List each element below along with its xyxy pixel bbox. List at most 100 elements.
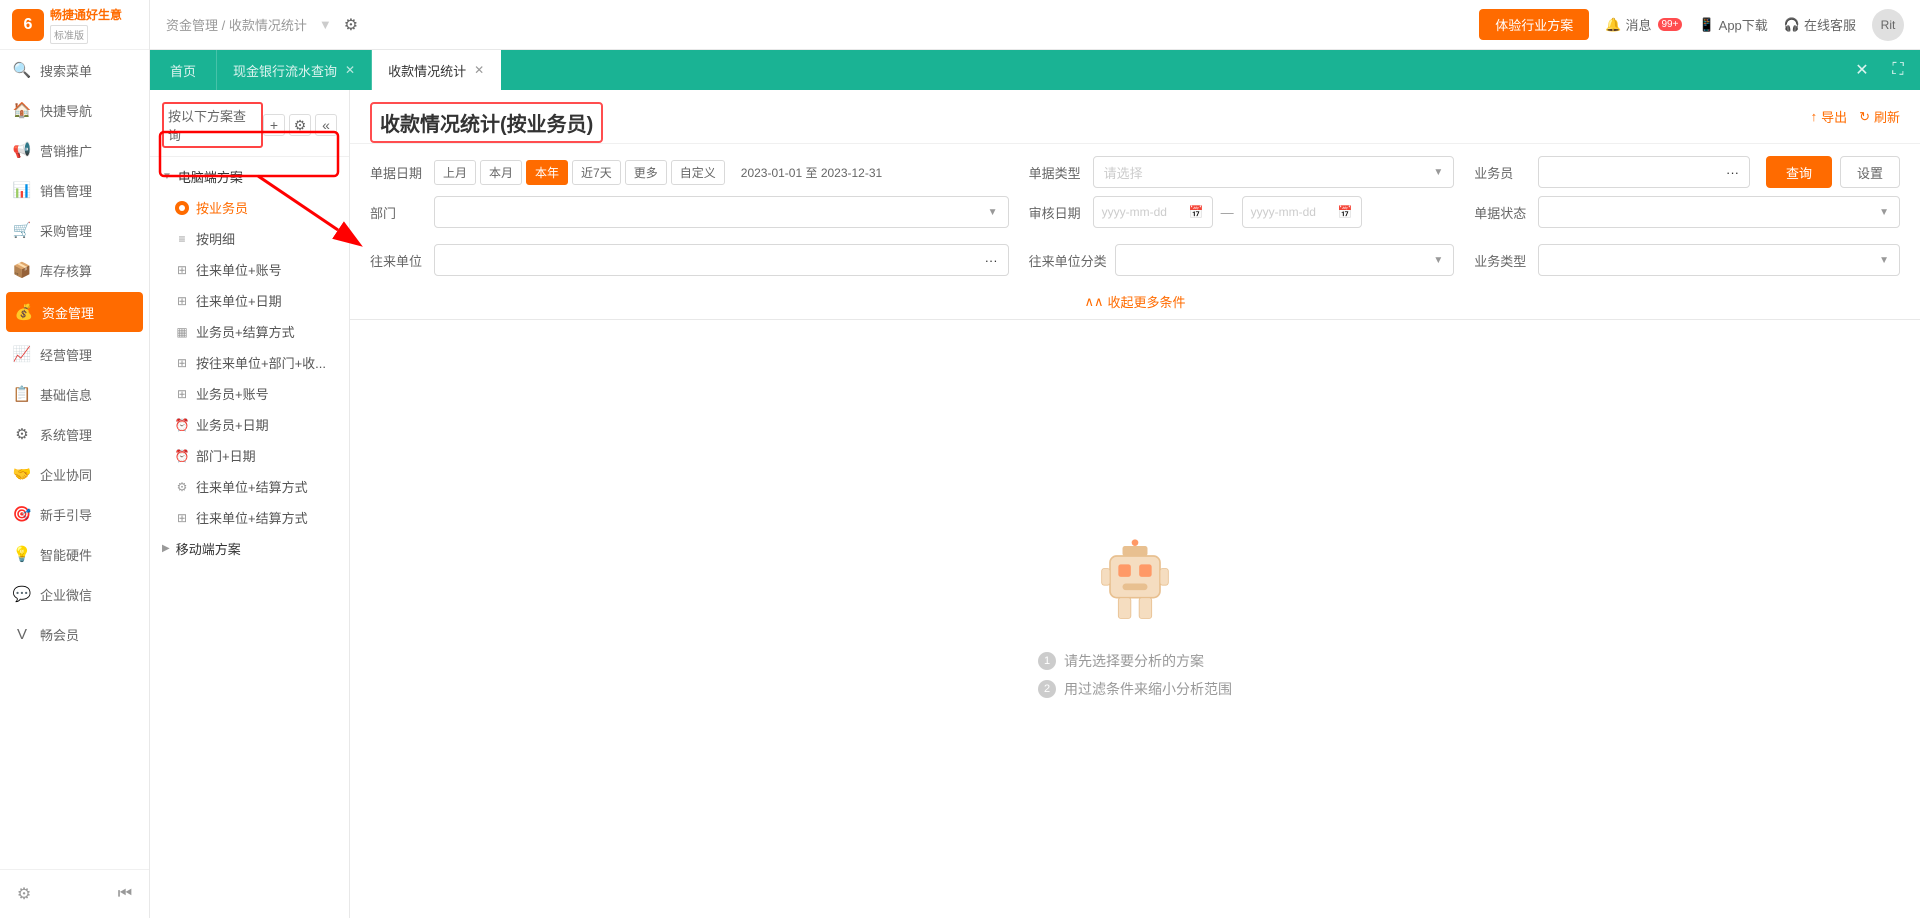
scheme-setting-btn[interactable]: ⚙ xyxy=(289,114,311,136)
scheme-item-label-0: 按业务员 xyxy=(196,198,248,217)
scheme-item-7[interactable]: ⏰ 业务员+日期 xyxy=(150,409,349,440)
date-btn-7days[interactable]: 近7天 xyxy=(572,160,621,185)
doc-status-select[interactable]: ▼ xyxy=(1538,196,1900,228)
sidebar-label-marketing: 营销推广 xyxy=(40,141,92,160)
sidebar-label-sales: 销售管理 xyxy=(40,181,92,200)
scheme-item-1[interactable]: ≡ 按明细 xyxy=(150,223,349,254)
collapse-btn[interactable]: ∧∧ 收起更多条件 xyxy=(1084,292,1185,311)
sales-rep-more-icon[interactable]: ··· xyxy=(1726,165,1739,180)
sidebar-item-nav[interactable]: 🏠 快捷导航 xyxy=(0,90,149,130)
gear-icon[interactable]: ⚙ xyxy=(344,15,358,35)
sidebar-label-member: 畅会员 xyxy=(40,625,79,644)
scheme-add-btn[interactable]: + xyxy=(263,114,285,136)
sidebar-item-finance[interactable]: 💰 资金管理 xyxy=(6,292,143,332)
scheme-group-pc-title[interactable]: ▼ 电脑端方案 xyxy=(150,161,349,192)
review-date-end[interactable]: yyyy-mm-dd 📅 xyxy=(1242,196,1362,228)
right-area: 收款情况统计(按业务员) ↑ 导出 ↻ 刷新 xyxy=(350,90,1920,918)
settings-bottom-icon[interactable]: ⚙ xyxy=(10,880,38,908)
date-btn-this-year[interactable]: 本年 xyxy=(526,160,568,185)
counterparty-select[interactable]: ··· xyxy=(434,244,1009,276)
empty-state: 1 请先选择要分析的方案 2 用过滤条件来缩小分析范围 xyxy=(998,491,1272,747)
app-download[interactable]: 📱 App下载 xyxy=(1698,15,1767,34)
refresh-btn[interactable]: ↻ 刷新 xyxy=(1859,107,1900,126)
scheme-item-5[interactable]: ⊞ 按往来单位+部门+收... xyxy=(150,347,349,378)
scheme-item-2[interactable]: ⊞ 往来单位+账号 xyxy=(150,254,349,285)
scheme-item-3[interactable]: ⊞ 往来单位+日期 xyxy=(150,285,349,316)
sidebar-item-member[interactable]: V 畅会员 xyxy=(0,614,149,654)
dept-select[interactable]: ▼ xyxy=(434,196,1009,228)
tab-close-all-btn[interactable]: ✕ xyxy=(1848,56,1876,84)
dept-label: 部门 xyxy=(370,203,426,222)
notifications-badge: 99+ xyxy=(1658,18,1683,31)
export-icon: ↑ xyxy=(1811,109,1818,124)
scheme-item-4[interactable]: ▦ 业务员+结算方式 xyxy=(150,316,349,347)
page-header: 收款情况统计(按业务员) ↑ 导出 ↻ 刷新 xyxy=(350,90,1920,144)
review-date-start[interactable]: yyyy-mm-dd 📅 xyxy=(1093,196,1213,228)
sidebar-label-nav: 快捷导航 xyxy=(40,101,92,120)
sidebar-item-guide[interactable]: 🎯 新手引导 xyxy=(0,494,149,534)
query-btn[interactable]: 查询 xyxy=(1766,156,1832,188)
sales-rep-select[interactable]: ··· xyxy=(1538,156,1750,188)
scheme-item-icon-9: ⚙ xyxy=(174,479,190,495)
sidebar-bottom: ⚙ ⏮ xyxy=(0,869,149,918)
tab-receipts[interactable]: 收款情况统计 ✕ xyxy=(372,50,501,90)
sidebar-item-management[interactable]: 📈 经营管理 xyxy=(0,334,149,374)
scheme-item-6[interactable]: ⊞ 业务员+账号 xyxy=(150,378,349,409)
scheme-item-10[interactable]: ⊞ 往来单位+结算方式 xyxy=(150,502,349,533)
data-area: 1 请先选择要分析的方案 2 用过滤条件来缩小分析范围 xyxy=(350,320,1920,918)
sidebar-item-search[interactable]: 🔍 搜索菜单 xyxy=(0,50,149,90)
scheme-item-icon-10: ⊞ xyxy=(174,510,190,526)
top-bar-left: 资金管理 / 收款情况统计 ▼ ⚙ xyxy=(166,15,358,35)
biz-type-select[interactable]: ▼ xyxy=(1538,244,1900,276)
counterparty-type-select[interactable]: ▼ xyxy=(1115,244,1455,276)
marketing-icon: 📢 xyxy=(12,140,32,160)
scheme-item-8[interactable]: ⏰ 部门+日期 xyxy=(150,440,349,471)
date-btn-last-month[interactable]: 上月 xyxy=(434,160,476,185)
sidebar-item-purchase[interactable]: 🛒 采购管理 xyxy=(0,210,149,250)
tab-bank-flow[interactable]: 现金银行流水查询 ✕ xyxy=(217,50,372,90)
date-btn-more[interactable]: 更多 xyxy=(625,160,667,185)
scheme-item-9[interactable]: ⚙ 往来单位+结算方式 xyxy=(150,471,349,502)
sidebar-label-corp: 企业协同 xyxy=(40,465,92,484)
trial-btn[interactable]: 体验行业方案 xyxy=(1479,9,1589,40)
export-btn[interactable]: ↑ 导出 xyxy=(1811,107,1848,126)
tab-home[interactable]: 首页 xyxy=(150,50,217,90)
date-btn-this-month[interactable]: 本月 xyxy=(480,160,522,185)
set-btn[interactable]: 设置 xyxy=(1840,156,1900,188)
online-service[interactable]: 🎧 在线客服 xyxy=(1784,15,1856,34)
notifications[interactable]: 🔔 消息 99+ xyxy=(1605,15,1682,34)
date-btn-custom[interactable]: 自定义 xyxy=(671,160,725,185)
refresh-icon: ↻ xyxy=(1859,109,1870,125)
scheme-item-label-2: 往来单位+账号 xyxy=(196,260,282,279)
counterparty-more-icon[interactable]: ··· xyxy=(985,253,998,268)
tab-bank-close[interactable]: ✕ xyxy=(345,63,355,77)
sidebar-item-inventory[interactable]: 📦 库存核算 xyxy=(0,250,149,290)
scheme-list: ▼ 电脑端方案 按业务员 ≡ 按明细 xyxy=(150,157,349,918)
main-content: 资金管理 / 收款情况统计 ▼ ⚙ 体验行业方案 🔔 消息 99+ 📱 App下… xyxy=(150,0,1920,918)
tab-receipts-label: 收款情况统计 xyxy=(388,61,466,80)
scheme-group-mobile-title[interactable]: ▶ 移动端方案 xyxy=(150,533,349,564)
sales-rep-label: 业务员 xyxy=(1474,163,1530,182)
collapse-conditions-bar: ∧∧ 收起更多条件 xyxy=(350,284,1920,319)
sidebar-item-wechat[interactable]: 💬 企业微信 xyxy=(0,574,149,614)
tab-bar: 首页 现金银行流水查询 ✕ 收款情况统计 ✕ ✕ ⛶ xyxy=(150,50,1920,90)
doc-status-arrow: ▼ xyxy=(1879,207,1889,218)
logo-icon: 6 xyxy=(12,9,44,41)
sidebar-item-marketing[interactable]: 📢 营销推广 xyxy=(0,130,149,170)
sidebar-item-corp[interactable]: 🤝 企业协同 xyxy=(0,454,149,494)
scheme-item-0[interactable]: 按业务员 xyxy=(150,192,349,223)
sidebar-item-hardware[interactable]: 💡 智能硬件 xyxy=(0,534,149,574)
system-icon: ⚙ xyxy=(12,424,32,444)
sidebar-item-system[interactable]: ⚙ 系统管理 xyxy=(0,414,149,454)
tab-expand-btn[interactable]: ⛶ xyxy=(1884,56,1912,84)
tab-receipts-close[interactable]: ✕ xyxy=(474,63,484,77)
empty-robot-icon xyxy=(1085,531,1185,631)
filter-row-1: 单据日期 上月 本月 本年 近7天 更多 自定义 2023-01-01 至 20… xyxy=(350,144,1920,188)
user-avatar[interactable]: Rit xyxy=(1872,9,1904,41)
doc-type-select[interactable]: 请选择 ▼ xyxy=(1093,156,1455,188)
scheme-item-icon-6: ⊞ xyxy=(174,386,190,402)
sidebar-item-basic[interactable]: 📋 基础信息 xyxy=(0,374,149,414)
scheme-collapse-btn[interactable]: « xyxy=(315,114,337,136)
collapse-sidebar-icon[interactable]: ⏮ xyxy=(111,880,139,908)
sidebar-item-sales[interactable]: 📊 销售管理 xyxy=(0,170,149,210)
